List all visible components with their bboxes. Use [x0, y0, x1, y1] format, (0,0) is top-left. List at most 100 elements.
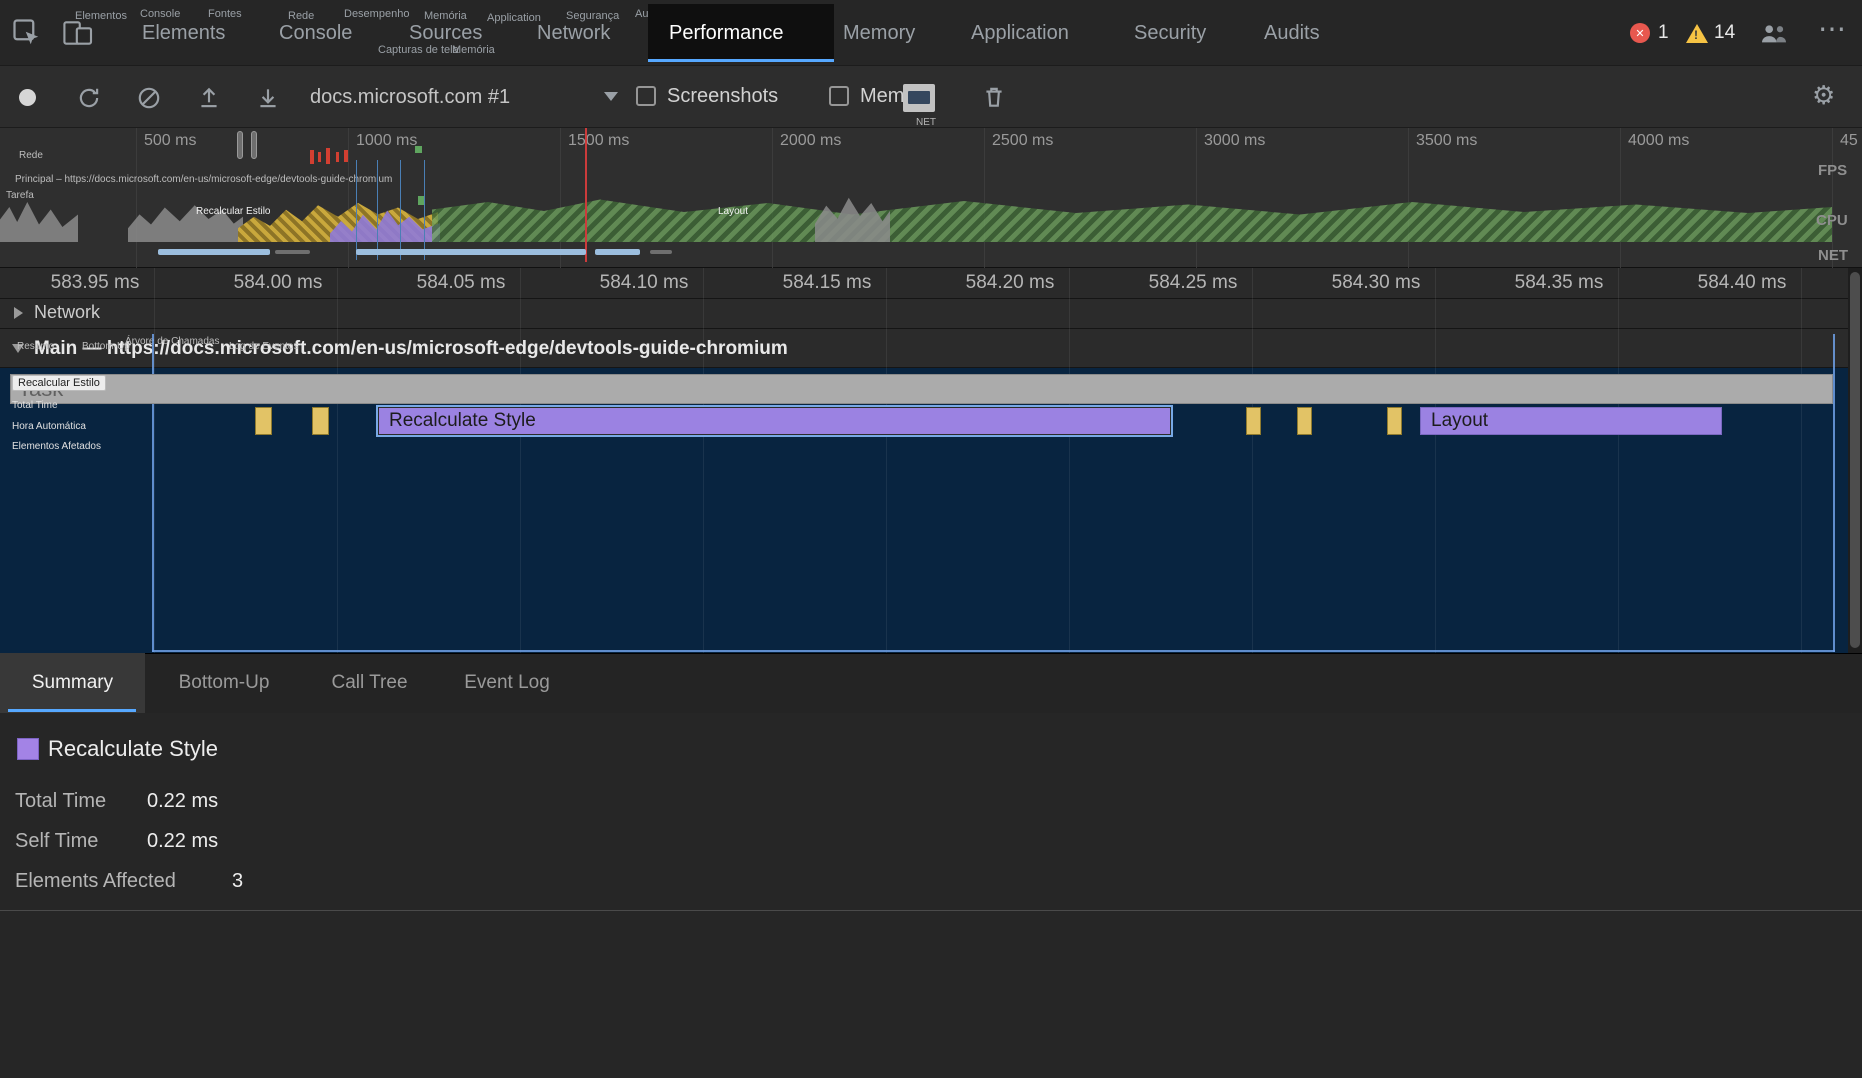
warning-count[interactable]: 14 [1714, 22, 1735, 44]
overview-grid [984, 128, 985, 268]
network-track-header[interactable] [0, 298, 1862, 329]
script-event-bar[interactable] [1297, 407, 1312, 435]
flame-gridline [1801, 268, 1802, 653]
tab-application[interactable]: Application [971, 0, 1069, 66]
recalculate-style-event-bar[interactable]: Recalculate Style [378, 407, 1171, 435]
flame-gridline [703, 268, 704, 653]
ruler-tick: 583.95 ms [50, 272, 140, 293]
overview-tick: 1500 ms [568, 132, 630, 149]
summary-row-label: Self Time [15, 830, 99, 852]
tab-pt-application: Application [487, 12, 541, 24]
long-task-mark [344, 150, 348, 162]
overlay-total-time: Total Time [12, 400, 58, 411]
script-event-bar[interactable] [1246, 407, 1261, 435]
timeline-overview[interactable] [0, 128, 1862, 268]
error-badge-icon[interactable]: ✕ [1630, 23, 1650, 43]
overview-tick: 2500 ms [992, 132, 1054, 149]
summary-tab-underline [8, 709, 136, 712]
tab-bottom-up[interactable]: Bottom-Up [145, 653, 303, 713]
overview-window-handle-right[interactable] [251, 131, 257, 159]
flame-gridline [154, 268, 155, 653]
overview-tick: 4000 ms [1628, 132, 1690, 149]
overview-layout-label: Layout [718, 206, 749, 217]
network-mini-bar [275, 250, 310, 254]
overview-red-marker-line [585, 128, 587, 262]
script-event-bar[interactable] [312, 407, 329, 435]
tab-performance[interactable]: Performance [669, 0, 784, 66]
summary-row-value: 3 [232, 870, 244, 892]
clear-icon[interactable] [136, 85, 162, 111]
ruler-tick: 584.30 ms [1331, 272, 1421, 293]
task-bar[interactable] [10, 374, 1833, 404]
flame-gridline [520, 268, 521, 653]
overlay-self-time: Hora Automática [12, 421, 86, 432]
ruler-tick: 584.00 ms [233, 272, 323, 293]
overview-recalc-label: Recalcular Estilo [196, 206, 271, 217]
error-count[interactable]: 1 [1658, 22, 1669, 44]
overview-grid [1196, 128, 1197, 268]
overview-fps-label: FPS [1818, 162, 1848, 179]
overlay-tab-resumo: Resumo [17, 341, 55, 352]
tab-security[interactable]: Security [1134, 0, 1206, 66]
load-profile-icon[interactable] [196, 85, 222, 111]
device-toolbar-icon[interactable] [62, 20, 94, 46]
network-expand-arrow-icon[interactable] [14, 307, 23, 319]
summary-row-value: 0.22 ms [147, 790, 219, 812]
tab-pt-elementos: Elementos [75, 10, 127, 22]
trash-icon[interactable] [981, 84, 1007, 110]
long-task-mark [336, 152, 339, 162]
overlay-tab-eventlog: Log de Eventos [229, 341, 299, 352]
tab-elements[interactable]: Elements [142, 0, 225, 66]
summary-row-label: Elements Affected [15, 870, 176, 892]
more-options-icon[interactable]: ⋯ [1818, 12, 1846, 45]
tab-summary[interactable]: Summary [0, 653, 145, 713]
flame-gridline [1435, 268, 1436, 653]
summary-title: Recalculate Style [48, 736, 218, 761]
reload-icon[interactable] [76, 85, 102, 111]
error-x-glyph: ✕ [1635, 27, 1645, 40]
screenshots-checkbox[interactable] [636, 86, 656, 106]
inspect-element-icon[interactable] [12, 18, 42, 48]
summary-row-value: 0.22 ms [147, 830, 219, 852]
script-event-bar[interactable] [1387, 407, 1402, 435]
network-track-label[interactable]: Network [34, 302, 100, 323]
overview-window-handle-left[interactable] [237, 131, 243, 159]
details-empty-area [0, 911, 1862, 1078]
tab-call-tree[interactable]: Call Tree [303, 653, 436, 713]
flame-scrollbar-thumb[interactable] [1850, 272, 1860, 648]
overlay-net-label: NET [916, 117, 936, 128]
screenshots-label[interactable]: Screenshots [667, 85, 778, 108]
overview-tick: 2000 ms [780, 132, 842, 149]
profile-select-value[interactable]: docs.microsoft.com #1 [310, 86, 510, 109]
overview-grid [560, 128, 561, 268]
tab-sources[interactable]: Sources [409, 0, 482, 66]
ruler-tick: 584.05 ms [416, 272, 506, 293]
record-button[interactable] [19, 89, 36, 106]
flame-gridline [886, 268, 887, 653]
profile-dropdown-caret-icon[interactable] [604, 92, 618, 101]
flame-selection-right[interactable] [1833, 334, 1835, 652]
memory-checkbox[interactable] [829, 86, 849, 106]
tab-audits[interactable]: Audits [1264, 0, 1320, 66]
overview-grid [348, 128, 349, 268]
ruler-tick: 584.10 ms [599, 272, 689, 293]
overview-selection-line [424, 160, 425, 260]
overview-net-label: NET [1818, 247, 1848, 264]
overview-green-mark [415, 146, 422, 153]
layout-event-bar[interactable]: Layout [1420, 407, 1722, 435]
script-event-bar[interactable] [255, 407, 272, 435]
overview-rede-label: Rede [19, 150, 43, 161]
tab-network[interactable]: Network [537, 0, 610, 66]
ruler-tick: 584.40 ms [1697, 272, 1787, 293]
tab-event-log[interactable]: Event Log [436, 653, 578, 713]
settings-gear-icon[interactable]: ⚙ [1812, 80, 1835, 111]
summary-row-label: Total Time [15, 790, 107, 812]
tab-memory[interactable]: Memory [843, 0, 915, 66]
save-profile-icon[interactable] [255, 85, 281, 111]
people-icon[interactable] [1758, 22, 1790, 46]
overview-cpu-label: CPU [1816, 212, 1848, 229]
tab-console[interactable]: Console [279, 0, 352, 66]
overlay-tab-arvore: Árvore de Chamadas [125, 336, 220, 347]
long-task-mark [326, 148, 330, 164]
ruler-tick: 584.20 ms [965, 272, 1055, 293]
